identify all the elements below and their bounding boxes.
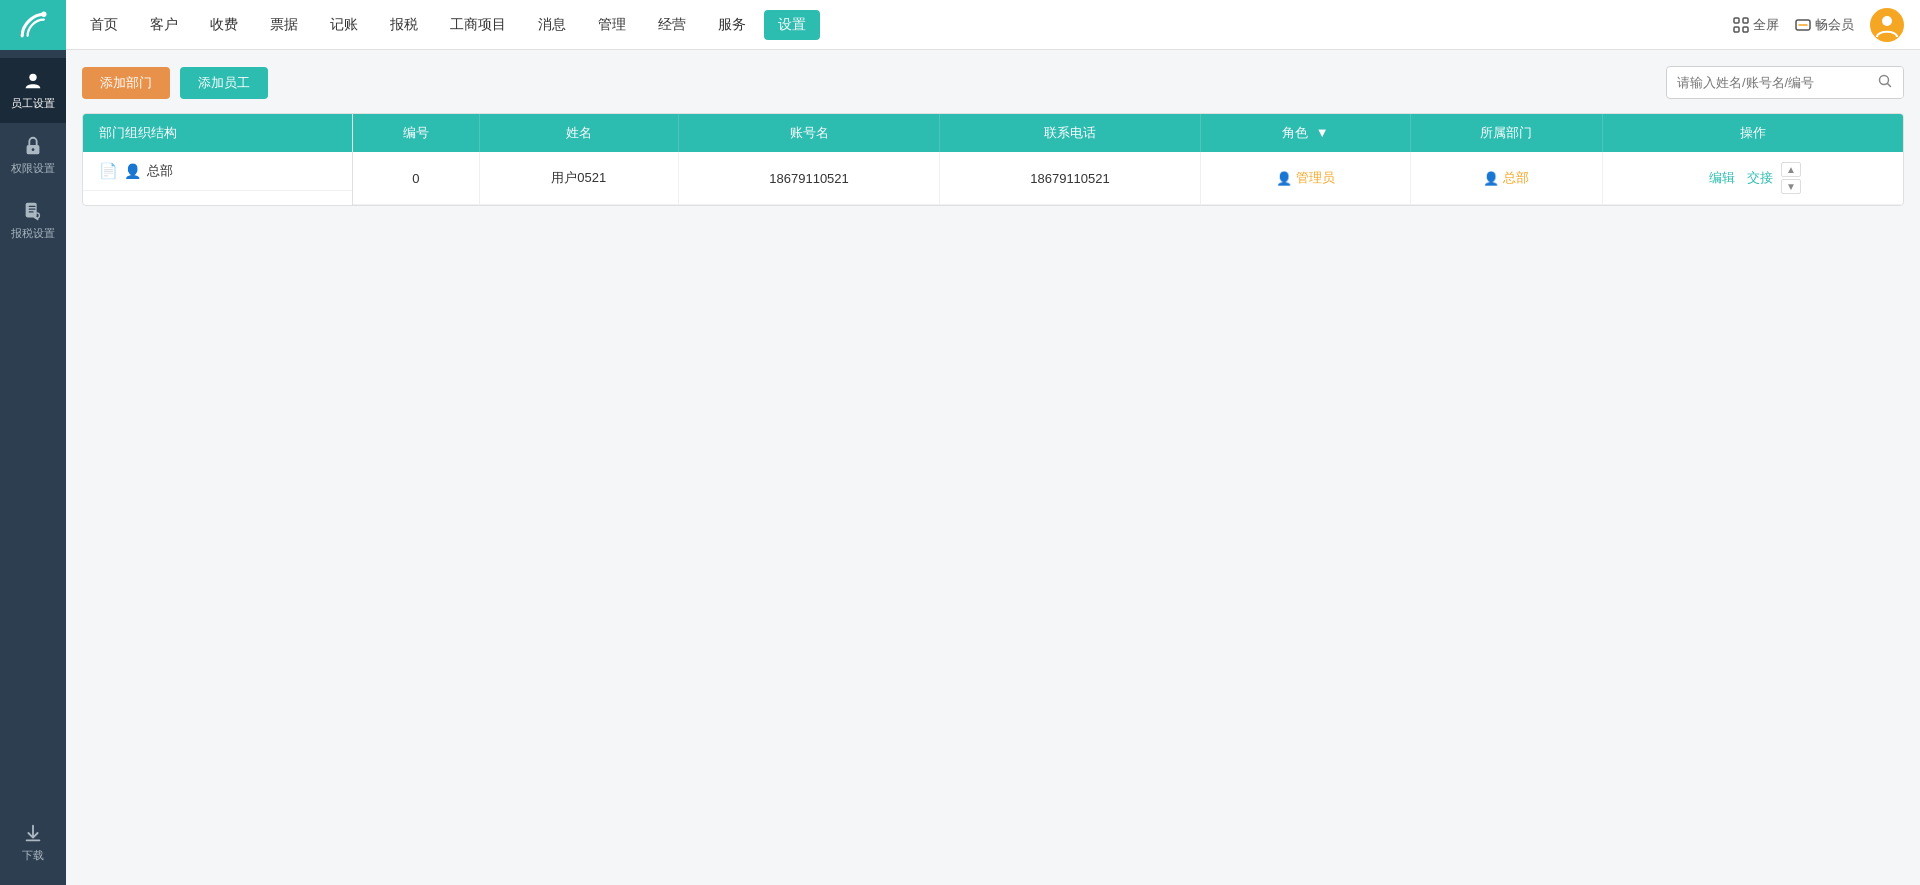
sidebar-item-employee[interactable]: 员工设置 bbox=[0, 58, 66, 123]
sidebar-item-tax[interactable]: 报税设置 bbox=[0, 188, 66, 253]
col-action: 操作 bbox=[1602, 114, 1903, 152]
dept-tree-item-general[interactable]: 📄 👤 总部 bbox=[83, 152, 352, 191]
col-phone: 联系电话 bbox=[940, 114, 1201, 152]
employee-table: 编号 姓名 账号名 联系电话 角色 ▼ 所属部门 操作 bbox=[353, 114, 1903, 205]
top-nav-right: 全屏 畅会员 bbox=[1733, 8, 1920, 42]
nav-item-经营[interactable]: 经营 bbox=[644, 10, 700, 40]
nav-item-报税[interactable]: 报税 bbox=[376, 10, 432, 40]
cell-id: 0 bbox=[353, 152, 479, 205]
fullscreen-button[interactable]: 全屏 bbox=[1733, 16, 1779, 34]
table-header-row: 编号 姓名 账号名 联系电话 角色 ▼ 所属部门 操作 bbox=[353, 114, 1903, 152]
download-icon bbox=[22, 822, 44, 844]
cell-phone: 18679110521 bbox=[940, 152, 1201, 205]
table-row: 0 用户0521 18679110521 18679110521 👤 管理员 👤… bbox=[353, 152, 1903, 205]
sidebar: 员工设置 权限设置 报税设置 bbox=[0, 50, 66, 885]
svg-rect-12 bbox=[26, 839, 41, 841]
search-button[interactable] bbox=[1867, 67, 1903, 98]
cell-account: 18679110521 bbox=[679, 152, 940, 205]
col-id: 编号 bbox=[353, 114, 479, 152]
dept-user-icon: 👤 bbox=[1483, 171, 1499, 186]
user-avatar[interactable] bbox=[1870, 8, 1904, 42]
lock-icon bbox=[22, 135, 44, 157]
main-layout: 员工设置 权限设置 报税设置 bbox=[0, 50, 1920, 885]
col-role: 角色 ▼ bbox=[1200, 114, 1410, 152]
svg-rect-4 bbox=[1743, 27, 1748, 32]
svg-point-7 bbox=[29, 74, 36, 81]
employee-table-area: 编号 姓名 账号名 联系电话 角色 ▼ 所属部门 操作 bbox=[353, 114, 1903, 205]
scroll-up-button[interactable]: ▲ bbox=[1781, 162, 1801, 177]
user-dept-icon: 👤 bbox=[124, 163, 141, 179]
main-panel: 部门组织结构 📄 👤 总部 编号 姓名 账号名 联系电话 bbox=[82, 113, 1904, 206]
cell-dept: 👤 总部 bbox=[1410, 152, 1602, 205]
dept-tree-header: 部门组织结构 bbox=[83, 114, 352, 152]
nav-item-服务[interactable]: 服务 bbox=[704, 10, 760, 40]
nav-item-首页[interactable]: 首页 bbox=[76, 10, 132, 40]
edit-action[interactable]: 编辑 bbox=[1709, 169, 1735, 187]
svg-rect-1 bbox=[1734, 18, 1739, 23]
search-input[interactable] bbox=[1667, 69, 1867, 96]
scroll-down-button[interactable]: ▼ bbox=[1781, 179, 1801, 194]
nav-item-消息[interactable]: 消息 bbox=[524, 10, 580, 40]
content-area: 添加部门 添加员工 部门组织结构 📄 bbox=[66, 50, 1920, 885]
nav-item-票据[interactable]: 票据 bbox=[256, 10, 312, 40]
nav-item-设置[interactable]: 设置 bbox=[764, 10, 820, 40]
svg-point-9 bbox=[32, 148, 35, 151]
nav-item-管理[interactable]: 管理 bbox=[584, 10, 640, 40]
cell-name: 用户0521 bbox=[479, 152, 679, 205]
nav-item-收费[interactable]: 收费 bbox=[196, 10, 252, 40]
file-icon: 📄 bbox=[99, 162, 118, 180]
report-icon bbox=[22, 200, 44, 222]
svg-rect-3 bbox=[1734, 27, 1739, 32]
sidebar-item-permission[interactable]: 权限设置 bbox=[0, 123, 66, 188]
svg-point-0 bbox=[41, 11, 46, 16]
svg-point-6 bbox=[1882, 16, 1892, 26]
nav-menu: 首页客户收费票据记账报税工商项目消息管理经营服务设置 bbox=[66, 10, 1733, 40]
transfer-action[interactable]: 交接 bbox=[1747, 169, 1773, 187]
nav-item-客户[interactable]: 客户 bbox=[136, 10, 192, 40]
action-bar: 添加部门 添加员工 bbox=[82, 66, 1904, 99]
cell-role: 👤 管理员 bbox=[1200, 152, 1410, 205]
nav-item-记账[interactable]: 记账 bbox=[316, 10, 372, 40]
sidebar-bottom: 下载 bbox=[0, 810, 66, 885]
role-user-icon: 👤 bbox=[1276, 171, 1292, 186]
col-name: 姓名 bbox=[479, 114, 679, 152]
top-navbar: 首页客户收费票据记账报税工商项目消息管理经营服务设置 全屏 畅会员 bbox=[0, 0, 1920, 50]
app-logo bbox=[0, 0, 66, 50]
person-icon bbox=[22, 70, 44, 92]
cell-actions: 编辑 交接 ▲ ▼ bbox=[1602, 152, 1903, 205]
search-icon bbox=[1877, 73, 1893, 89]
col-account: 账号名 bbox=[679, 114, 940, 152]
add-dept-button[interactable]: 添加部门 bbox=[82, 67, 170, 99]
add-emp-button[interactable]: 添加员工 bbox=[180, 67, 268, 99]
search-box bbox=[1666, 66, 1904, 99]
dept-tree: 部门组织结构 📄 👤 总部 bbox=[83, 114, 353, 205]
filter-icon[interactable]: ▼ bbox=[1316, 125, 1329, 140]
vip-button[interactable]: 畅会员 bbox=[1795, 16, 1854, 34]
col-dept: 所属部门 bbox=[1410, 114, 1602, 152]
sidebar-item-download[interactable]: 下载 bbox=[0, 810, 66, 875]
svg-rect-10 bbox=[26, 203, 37, 218]
svg-rect-2 bbox=[1743, 18, 1748, 23]
nav-item-工商项目[interactable]: 工商项目 bbox=[436, 10, 520, 40]
